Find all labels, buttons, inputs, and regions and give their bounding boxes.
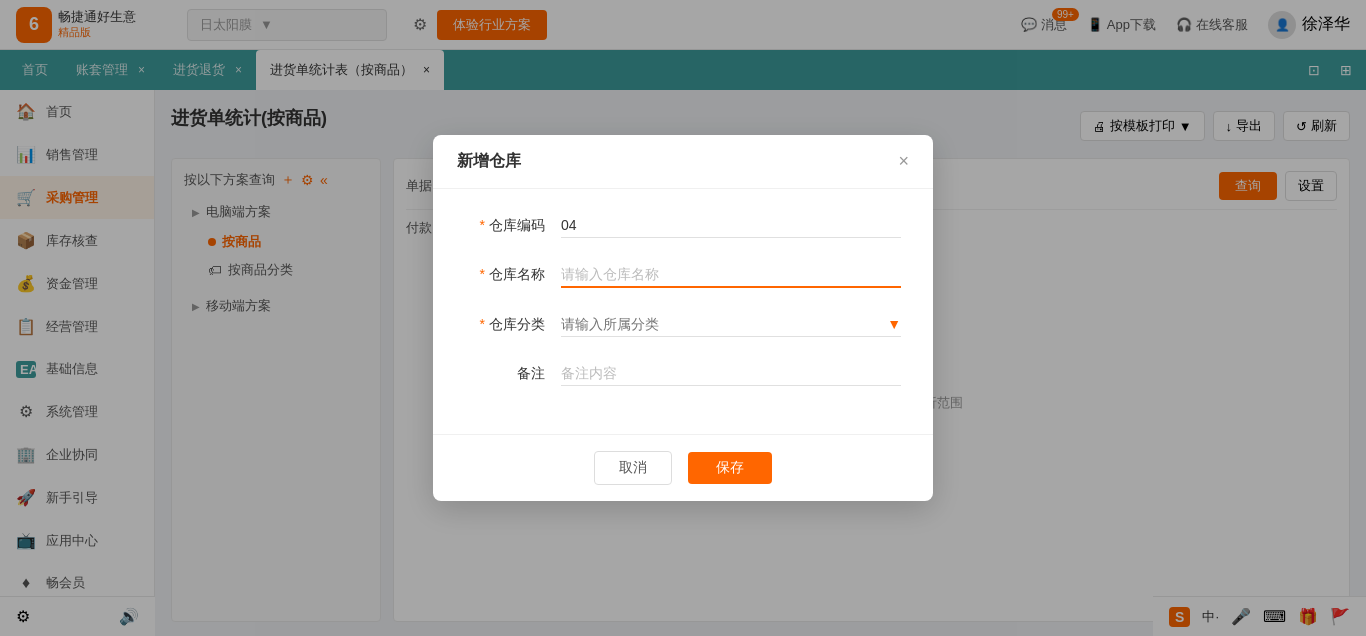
dialog-footer: 取消 保存 [433,434,933,501]
remark-input[interactable] [561,361,901,386]
dialog-title: 新增仓库 [457,151,521,172]
dialog-header: 新增仓库 × [433,135,933,189]
name-input[interactable] [561,262,901,288]
code-input[interactable] [561,213,901,238]
category-label: 仓库分类 [465,316,545,334]
remark-label: 备注 [465,365,545,383]
form-row-name: 仓库名称 [465,262,901,288]
new-warehouse-dialog: 新增仓库 × 仓库编码 仓库名称 仓库分类 ▼ [433,135,933,501]
form-row-remark: 备注 [465,361,901,386]
dialog-close-button[interactable]: × [898,151,909,172]
category-select[interactable]: ▼ [561,312,901,337]
category-input[interactable] [561,312,887,336]
modal-overlay: 新增仓库 × 仓库编码 仓库名称 仓库分类 ▼ [0,0,1366,636]
form-row-category: 仓库分类 ▼ [465,312,901,337]
dialog-body: 仓库编码 仓库名称 仓库分类 ▼ 备注 [433,189,933,434]
name-label: 仓库名称 [465,266,545,284]
cancel-button[interactable]: 取消 [594,451,672,485]
save-button[interactable]: 保存 [688,452,772,484]
code-label: 仓库编码 [465,217,545,235]
category-dropdown-icon: ▼ [887,316,901,332]
form-row-code: 仓库编码 [465,213,901,238]
